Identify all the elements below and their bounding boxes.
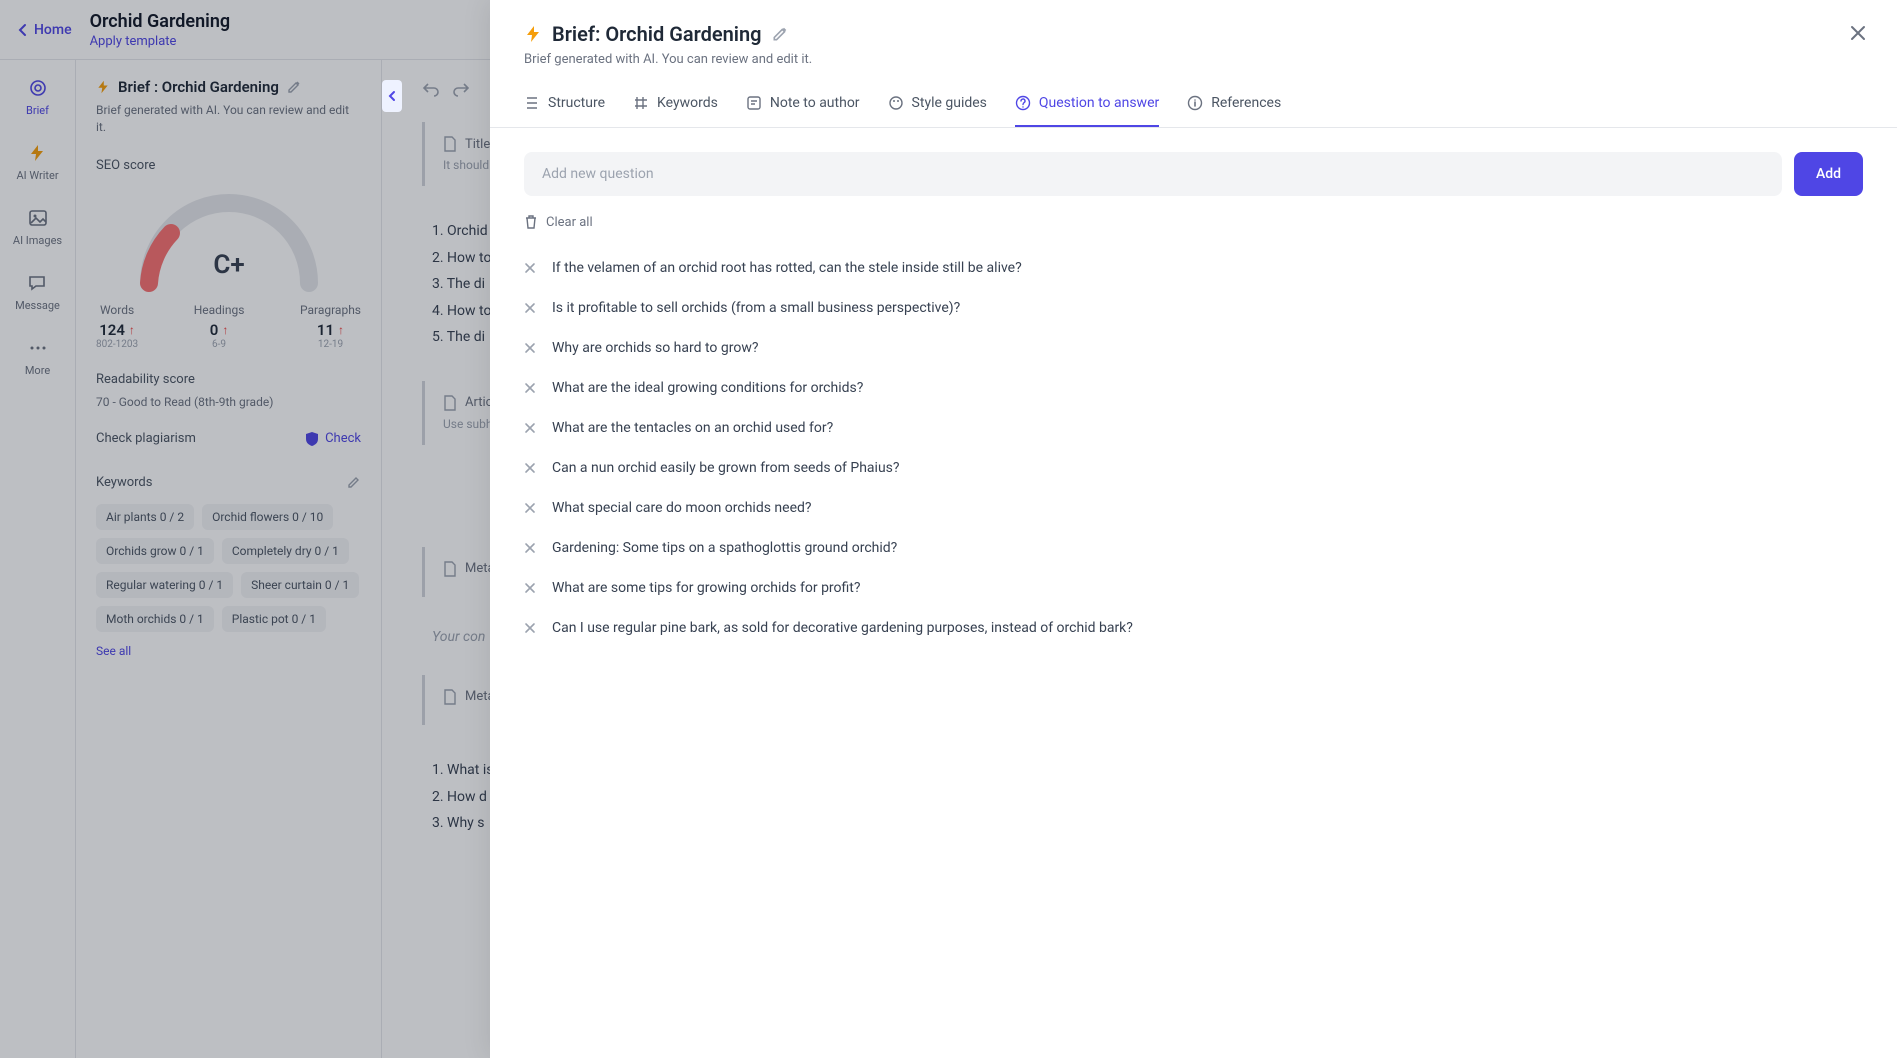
questions-list: If the velamen of an orchid root has rot… xyxy=(524,248,1863,648)
question-text: What special care do moon orchids need? xyxy=(552,500,812,516)
bolt-icon xyxy=(524,25,542,43)
tab-note[interactable]: Note to author xyxy=(746,95,860,127)
question-text: If the velamen of an orchid root has rot… xyxy=(552,260,1022,276)
modal-title: Brief: Orchid Gardening xyxy=(552,22,762,46)
add-question-input[interactable] xyxy=(524,152,1782,196)
question-item: What are the tentacles on an orchid used… xyxy=(524,408,1863,448)
question-text: What are the ideal growing conditions fo… xyxy=(552,380,863,396)
question-text: Gardening: Some tips on a spathoglottis … xyxy=(552,540,897,556)
add-button[interactable]: Add xyxy=(1794,152,1863,196)
remove-question-button[interactable] xyxy=(524,622,538,634)
tab-question[interactable]: Question to answer xyxy=(1015,95,1159,127)
modal-subtitle: Brief generated with AI. You can review … xyxy=(524,52,1863,67)
hash-icon xyxy=(633,95,649,111)
question-text: Can a nun orchid easily be grown from se… xyxy=(552,460,900,476)
question-item: Can a nun orchid easily be grown from se… xyxy=(524,448,1863,488)
remove-question-button[interactable] xyxy=(524,502,538,514)
question-item: If the velamen of an orchid root has rot… xyxy=(524,248,1863,288)
add-question-row: Add xyxy=(524,152,1863,196)
remove-question-button[interactable] xyxy=(524,262,538,274)
tab-style[interactable]: Style guides xyxy=(888,95,987,127)
note-icon xyxy=(746,95,762,111)
question-text: What are some tips for growing orchids f… xyxy=(552,580,860,596)
remove-question-button[interactable] xyxy=(524,582,538,594)
tab-references[interactable]: References xyxy=(1187,95,1281,127)
question-text: What are the tentacles on an orchid used… xyxy=(552,420,833,436)
question-item: Why are orchids so hard to grow? xyxy=(524,328,1863,368)
remove-question-button[interactable] xyxy=(524,302,538,314)
remove-question-button[interactable] xyxy=(524,462,538,474)
info-icon xyxy=(1187,95,1203,111)
edit-icon[interactable] xyxy=(772,26,788,42)
remove-question-button[interactable] xyxy=(524,342,538,354)
remove-question-button[interactable] xyxy=(524,422,538,434)
tab-structure[interactable]: Structure xyxy=(524,95,605,127)
question-icon xyxy=(1015,95,1031,111)
list-icon xyxy=(524,95,540,111)
tab-keywords[interactable]: Keywords xyxy=(633,95,718,127)
close-button[interactable] xyxy=(1849,24,1867,42)
question-item: Can I use regular pine bark, as sold for… xyxy=(524,608,1863,648)
remove-question-button[interactable] xyxy=(524,542,538,554)
question-item: What are the ideal growing conditions fo… xyxy=(524,368,1863,408)
clear-all-button[interactable]: Clear all xyxy=(524,214,1863,230)
question-item: Is it profitable to sell orchids (from a… xyxy=(524,288,1863,328)
question-item: Gardening: Some tips on a spathoglottis … xyxy=(524,528,1863,568)
remove-question-button[interactable] xyxy=(524,382,538,394)
question-item: What are some tips for growing orchids f… xyxy=(524,568,1863,608)
question-text: Can I use regular pine bark, as sold for… xyxy=(552,620,1133,636)
collapse-panel-button[interactable] xyxy=(382,80,402,112)
brief-modal: Brief: Orchid Gardening Brief generated … xyxy=(490,0,1897,1058)
question-item: What special care do moon orchids need? xyxy=(524,488,1863,528)
question-text: Why are orchids so hard to grow? xyxy=(552,340,758,356)
question-text: Is it profitable to sell orchids (from a… xyxy=(552,300,960,316)
palette-icon xyxy=(888,95,904,111)
trash-icon xyxy=(524,214,538,230)
modal-tabs: Structure Keywords Note to author Style … xyxy=(490,77,1897,128)
